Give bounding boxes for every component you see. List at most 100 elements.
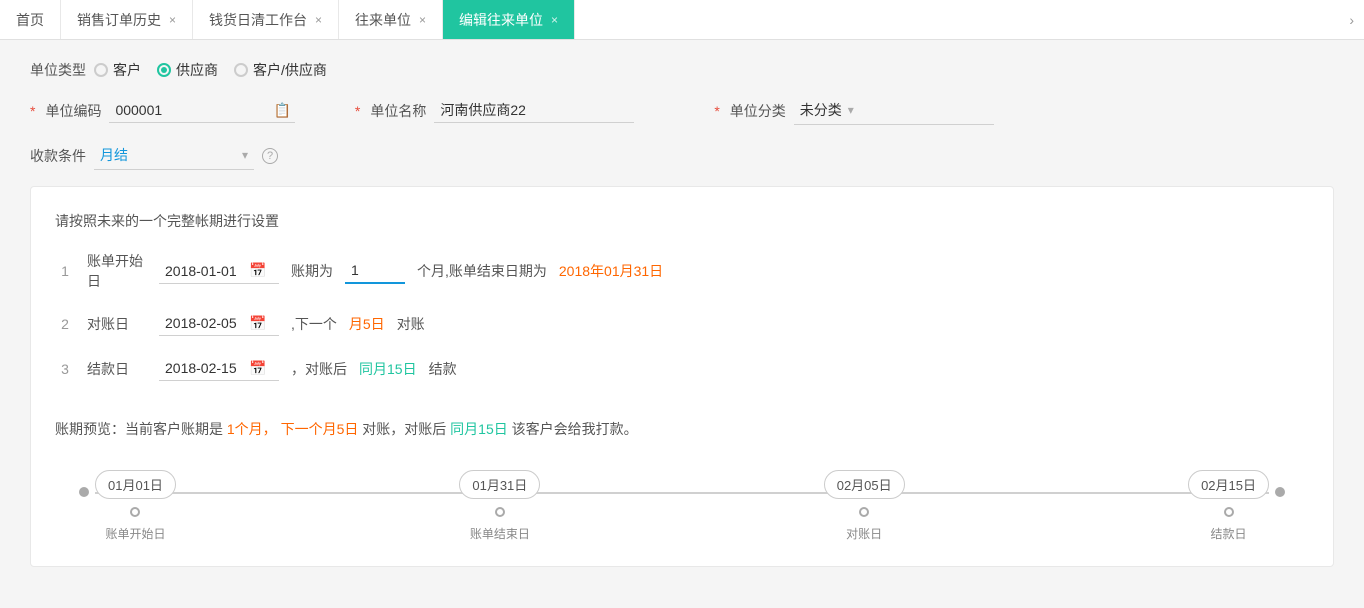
calendar-icon-1[interactable]: 📅 — [249, 262, 266, 279]
unit-type-row: 单位类型 客户 供应商 客户/供应商 — [30, 60, 1334, 80]
chevron-down-icon: ▾ — [848, 103, 854, 117]
tab-close-icon[interactable]: × — [169, 13, 176, 27]
tab-label: 销售订单历史 — [77, 10, 161, 30]
node-label-4: 结款日 — [1211, 525, 1247, 542]
unit-classify-label: 单位分类 — [730, 101, 786, 121]
unit-code-input-wrap: 📋 — [109, 98, 294, 123]
settle-suffix: 结款 — [429, 359, 457, 379]
period-row-1: 1 账单开始日 📅 账期为 个月,账单结束日期为 2018年01月31日 — [55, 251, 1309, 291]
arrow-right-icon: › — [1349, 12, 1354, 28]
main-content: 单位类型 客户 供应商 客户/供应商 * 单位编码 — [0, 40, 1364, 608]
tab-partner-unit[interactable]: 往来单位 × — [339, 0, 443, 39]
tab-label: 编辑往来单位 — [459, 10, 543, 30]
tab-label: 钱货日清工作台 — [209, 10, 307, 30]
node-label-2: 账单结束日 — [470, 525, 530, 542]
unit-type-radio-group: 客户 供应商 客户/供应商 — [94, 60, 327, 80]
required-star: * — [30, 103, 35, 119]
copy-icon[interactable]: 📋 — [269, 102, 294, 119]
calendar-icon-3[interactable]: 📅 — [249, 360, 266, 377]
radio-supplier-label: 供应商 — [176, 60, 218, 80]
help-icon[interactable]: ? — [262, 148, 278, 164]
node-dot-1 — [130, 507, 140, 517]
row-num-2: 2 — [55, 316, 75, 332]
unit-code-field: * 单位编码 📋 — [30, 98, 295, 123]
reconcile-prefix: ,下一个 — [291, 314, 337, 334]
date-input-2: 📅 — [159, 311, 279, 336]
radio-both[interactable]: 客户/供应商 — [234, 60, 327, 80]
date-input-1: 📅 — [159, 259, 279, 284]
payment-select[interactable]: 月结 ▾ — [94, 141, 254, 170]
period-end-date: 2018年01月31日 — [559, 261, 663, 281]
unit-classify-value: 未分类 — [800, 100, 842, 120]
period-row-2: 2 对账日 📅 ,下一个 月5日 对账 — [55, 311, 1309, 336]
preview-1month: 1个月， — [227, 421, 277, 437]
node-dot-3 — [859, 507, 869, 517]
radio-both-label: 客户/供应商 — [253, 60, 327, 80]
node-dot-4 — [1224, 507, 1234, 517]
payment-label: 收款条件 — [30, 146, 86, 166]
period-label-1: 账单开始日 — [87, 251, 147, 291]
tab-close-icon[interactable]: × — [551, 13, 558, 27]
period-row-3: 3 结款日 📅 ，对账后 同月15日 结款 — [55, 356, 1309, 381]
tab-close-icon[interactable]: × — [315, 13, 322, 27]
row-num-1: 1 — [55, 263, 75, 279]
node-badge-1: 01月01日 — [95, 470, 176, 499]
tab-close-icon[interactable]: × — [419, 13, 426, 27]
preview-end: 该客户会给我打款。 — [512, 421, 638, 437]
unit-name-field: * 单位名称 — [355, 98, 634, 123]
timeline-container: 01月01日 账单开始日 01月31日 账单结束日 02月05日 对账日 — [55, 470, 1309, 542]
node-badge-4: 02月15日 — [1188, 470, 1269, 499]
period-label-2: 对账日 — [87, 314, 147, 334]
calendar-icon-2[interactable]: 📅 — [249, 315, 266, 332]
settle-highlight: 同月15日 — [359, 359, 417, 379]
period-card: 请按照未来的一个完整帐期进行设置 1 账单开始日 📅 账期为 个月,账单结束日期… — [30, 186, 1334, 567]
radio-customer-label: 客户 — [113, 60, 141, 80]
tab-home-label: 首页 — [16, 10, 44, 30]
node-badge-2: 01月31日 — [459, 470, 540, 499]
unit-name-label: 单位名称 — [370, 101, 426, 121]
date-field-3[interactable] — [159, 356, 249, 380]
card-title: 请按照未来的一个完整帐期进行设置 — [55, 211, 1309, 231]
radio-customer[interactable]: 客户 — [94, 60, 141, 80]
chevron-down-icon: ▾ — [242, 148, 248, 162]
date-field-2[interactable] — [159, 311, 249, 335]
payment-field: 收款条件 月结 ▾ ? — [30, 141, 278, 170]
node-label-1: 账单开始日 — [105, 525, 165, 542]
preview-next5: 下一个月5日 — [281, 421, 359, 437]
tab-edit-partner[interactable]: 编辑往来单位 × — [443, 0, 575, 39]
settle-prefix: ，对账后 — [291, 359, 347, 379]
period-months-input[interactable] — [345, 258, 395, 282]
radio-circle-supplier — [157, 63, 171, 77]
timeline-node-4: 02月15日 结款日 — [1188, 470, 1269, 542]
radio-circle-both — [234, 63, 248, 77]
tab-sales-order-history[interactable]: 销售订单历史 × — [61, 0, 193, 39]
radio-circle-customer — [94, 63, 108, 77]
tab-scroll-arrow[interactable]: › — [1339, 0, 1364, 39]
unit-code-input[interactable] — [109, 98, 269, 122]
unit-classify-select[interactable]: 未分类 ▾ — [794, 96, 994, 125]
preview-label: 账期预览：当前客户账期是 1个月， 下一个月5日 对账，对账后 同月15日 该客… — [55, 421, 638, 437]
timeline-nodes: 01月01日 账单开始日 01月31日 账单结束日 02月05日 对账日 — [75, 470, 1289, 542]
preview-same15: 同月15日 — [450, 421, 508, 437]
period-unit-text: 个月,账单结束日期为 — [417, 261, 547, 281]
unit-name-input[interactable] — [434, 98, 634, 123]
unit-classify-field: * 单位分类 未分类 ▾ — [714, 96, 993, 125]
payment-row: 收款条件 月结 ▾ ? — [30, 141, 1334, 170]
reconcile-suffix: 对账 — [397, 314, 425, 334]
preview-middle: 对账，对账后 — [362, 421, 446, 437]
row-num-3: 3 — [55, 361, 75, 377]
unit-type-label: 单位类型 — [30, 60, 86, 80]
tab-cash-work[interactable]: 钱货日清工作台 × — [193, 0, 339, 39]
radio-supplier[interactable]: 供应商 — [157, 60, 218, 80]
tab-home[interactable]: 首页 — [0, 0, 61, 39]
preview-section: 账期预览：当前客户账期是 1个月， 下一个月5日 对账，对账后 同月15日 该客… — [55, 401, 1309, 442]
timeline-node-2: 01月31日 账单结束日 — [459, 470, 540, 542]
unit-type-field: 单位类型 客户 供应商 客户/供应商 — [30, 60, 327, 80]
required-star: * — [355, 103, 360, 119]
timeline-node-1: 01月01日 账单开始日 — [95, 470, 176, 542]
period-input-wrap — [345, 258, 405, 284]
reconcile-highlight: 月5日 — [349, 314, 385, 334]
unit-code-label: 单位编码 — [45, 101, 101, 121]
date-field-1[interactable] — [159, 259, 249, 283]
timeline-node-3: 02月05日 对账日 — [824, 470, 905, 542]
